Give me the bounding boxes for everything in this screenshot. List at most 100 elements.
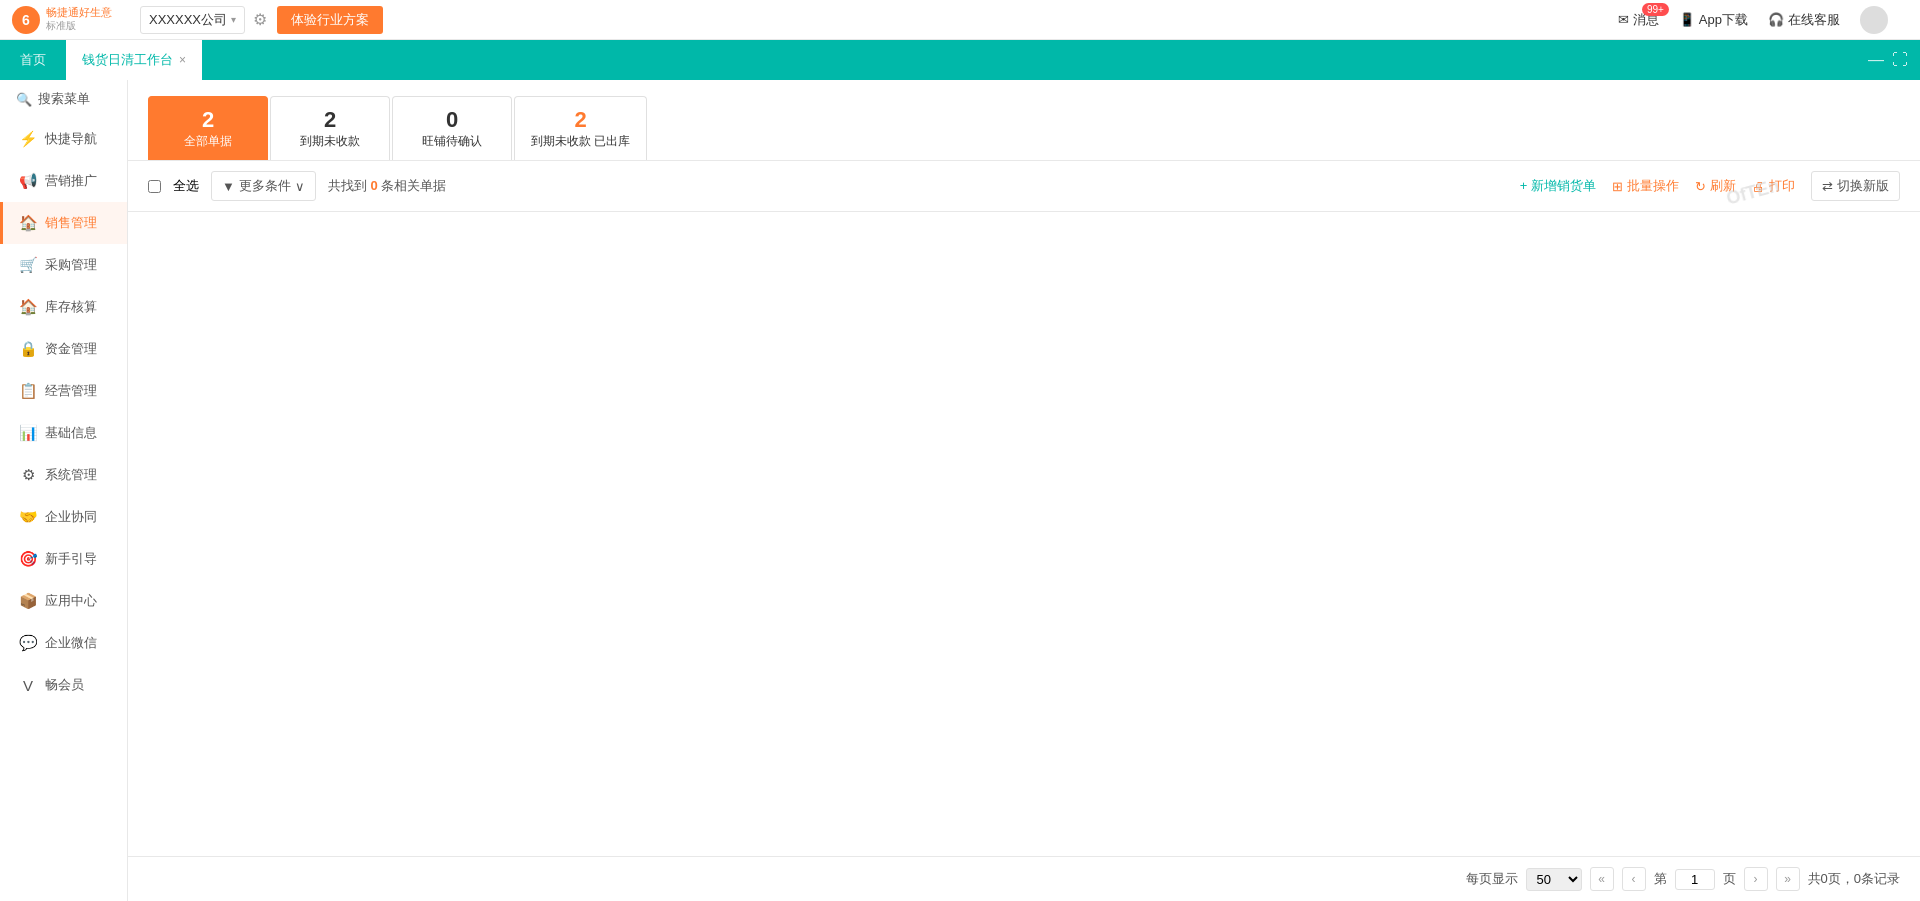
logo-text: 畅捷通好生意 [46, 6, 112, 19]
sidebar-item-marketing[interactable]: 📢 营销推广 [0, 160, 127, 202]
sidebar-item-label: 系统管理 [45, 466, 97, 484]
filter-tabs: 2 全部单据 2 到期未收款 0 旺铺待确认 2 到期未收款 已出库 [128, 80, 1920, 161]
refresh-label: 刷新 [1710, 177, 1736, 195]
sidebar-item-quick-nav[interactable]: ⚡ 快捷导航 [0, 118, 127, 160]
home-icon: 🏠 [19, 214, 37, 232]
close-tab-icon[interactable]: × [179, 53, 186, 67]
filter-icon: ▼ [222, 179, 235, 194]
pagination: 每页显示 50 100 200 « ‹ 第 页 › » 共0页，0条记录 [128, 856, 1920, 901]
sidebar-item-wechat[interactable]: 💬 企业微信 [0, 622, 127, 664]
cart-icon: 🛒 [19, 256, 37, 274]
window-controls: — ⛶ [1868, 51, 1920, 69]
sidebar: 🔍 搜索菜单 ⚡ 快捷导航 📢 营销推广 🏠 销售管理 🛒 采购管理 🏠 库存核… [0, 80, 128, 901]
print-icon: 🖨 [1752, 179, 1765, 194]
filter-tab-overdue[interactable]: 2 到期未收款 [270, 96, 390, 160]
sidebar-item-purchase[interactable]: 🛒 采购管理 [0, 244, 127, 286]
vip-icon: V [19, 676, 37, 694]
first-page-button[interactable]: « [1590, 867, 1614, 891]
handshake-icon: 🤝 [19, 508, 37, 526]
sidebar-item-operations[interactable]: 📋 经营管理 [0, 370, 127, 412]
filter-tab-out[interactable]: 2 到期未收款 已出库 [514, 96, 647, 160]
switch-label: 切换新版 [1837, 177, 1889, 195]
guide-icon: 🎯 [19, 550, 37, 568]
sidebar-item-inventory[interactable]: 🏠 库存核算 [0, 286, 127, 328]
page-size-select[interactable]: 50 100 200 [1526, 868, 1582, 891]
last-page-icon: » [1784, 872, 1791, 886]
tab-cash-daily[interactable]: 钱货日清工作台 × [66, 40, 202, 80]
filter-tab-pending[interactable]: 0 旺铺待确认 [392, 96, 512, 160]
found-prefix: 共找到 [328, 178, 367, 193]
next-page-button[interactable]: › [1744, 867, 1768, 891]
page-size-label: 每页显示 [1466, 870, 1518, 888]
search-menu-label: 搜索菜单 [38, 90, 90, 108]
chevron-down-icon: ▾ [231, 14, 236, 25]
trial-button[interactable]: 体验行业方案 [277, 6, 383, 34]
sidebar-item-label: 企业协同 [45, 508, 97, 526]
logo-sub: 标准版 [46, 19, 112, 33]
online-service-label: 在线客服 [1788, 11, 1840, 29]
select-all-checkbox[interactable] [148, 180, 161, 193]
logo-area: 6 畅捷通好生意 标准版 [12, 6, 140, 34]
wechat-icon: 💬 [19, 634, 37, 652]
add-sale-label: + 新增销货单 [1520, 177, 1596, 195]
sidebar-item-label: 畅会员 [45, 676, 84, 694]
settings-icon[interactable]: ⚙ [253, 10, 267, 29]
page-label: 第 [1654, 870, 1667, 888]
nav-tabs: 首页 钱货日清工作台 × — ⛶ [0, 40, 1920, 80]
refresh-icon: ↻ [1695, 179, 1706, 194]
tab-home-label: 首页 [20, 51, 46, 69]
lock-icon: 🔒 [19, 340, 37, 358]
top-bar: 6 畅捷通好生意 标准版 XXXXXX公司 ▾ ⚙ 体验行业方案 ✉ 消息 99… [0, 0, 1920, 40]
sidebar-item-base-info[interactable]: 📊 基础信息 [0, 412, 127, 454]
page-input[interactable] [1675, 869, 1715, 890]
first-page-icon: « [1598, 872, 1605, 886]
sidebar-item-label: 新手引导 [45, 550, 97, 568]
filter-tab-all[interactable]: 2 全部单据 [148, 96, 268, 160]
prev-page-button[interactable]: ‹ [1622, 867, 1646, 891]
batch-label: 批量操作 [1627, 177, 1679, 195]
logo-icon: 6 [12, 6, 40, 34]
sidebar-item-finance[interactable]: 🔒 资金管理 [0, 328, 127, 370]
toolbar-right: + 新增销货单 ⊞ 批量操作 ↻ 刷新 🖨 打印 ⇄ 切换新版 [1520, 171, 1900, 201]
sidebar-item-label: 采购管理 [45, 256, 97, 274]
refresh-button[interactable]: ↻ 刷新 [1695, 177, 1736, 195]
prev-page-icon: ‹ [1632, 872, 1636, 886]
found-suffix: 条相关单据 [381, 178, 446, 193]
company-selector[interactable]: XXXXXX公司 ▾ [140, 6, 245, 34]
clipboard-icon: 📋 [19, 382, 37, 400]
sidebar-item-label: 营销推广 [45, 172, 97, 190]
search-icon: 🔍 [16, 92, 32, 107]
message-button[interactable]: ✉ 消息 99+ [1618, 11, 1659, 29]
print-button[interactable]: 🖨 打印 [1752, 177, 1795, 195]
last-page-button[interactable]: » [1776, 867, 1800, 891]
content-area: 2 全部单据 2 到期未收款 0 旺铺待确认 2 到期未收款 已出库 全选 ▼ … [128, 80, 1920, 901]
sidebar-item-sales[interactable]: 🏠 销售管理 [0, 202, 127, 244]
message-badge: 99+ [1642, 3, 1669, 16]
lightning-icon: ⚡ [19, 130, 37, 148]
sidebar-item-system[interactable]: ⚙ 系统管理 [0, 454, 127, 496]
batch-icon: ⊞ [1612, 179, 1623, 194]
batch-button[interactable]: ⊞ 批量操作 [1612, 177, 1679, 195]
filter-tab-pending-label: 旺铺待确认 [422, 134, 482, 148]
add-sale-button[interactable]: + 新增销货单 [1520, 177, 1596, 195]
select-all-label: 全选 [173, 177, 199, 195]
sidebar-item-guide[interactable]: 🎯 新手引导 [0, 538, 127, 580]
sidebar-item-app-center[interactable]: 📦 应用中心 [0, 580, 127, 622]
filter-button[interactable]: ▼ 更多条件 ∨ [211, 171, 316, 201]
switch-version-button[interactable]: ⇄ 切换新版 [1811, 171, 1900, 201]
warehouse-icon: 🏠 [19, 298, 37, 316]
minimize-icon[interactable]: — [1868, 51, 1884, 69]
sidebar-item-label: 经营管理 [45, 382, 97, 400]
sidebar-search[interactable]: 🔍 搜索菜单 [0, 80, 127, 118]
online-service-button[interactable]: 🎧 在线客服 [1768, 11, 1840, 29]
filter-tab-out-count: 2 [531, 107, 630, 133]
headset-icon: 🎧 [1768, 12, 1784, 27]
tab-home[interactable]: 首页 [0, 40, 66, 80]
app-download-button[interactable]: 📱 App下载 [1679, 11, 1748, 29]
sidebar-item-enterprise[interactable]: 🤝 企业协同 [0, 496, 127, 538]
toolbar: 全选 ▼ 更多条件 ∨ 共找到 0 条相关单据 + 新增销货单 ⊞ 批量操作 [128, 161, 1920, 212]
maximize-icon[interactable]: ⛶ [1892, 51, 1908, 69]
main-layout: 🔍 搜索菜单 ⚡ 快捷导航 📢 营销推广 🏠 销售管理 🛒 采购管理 🏠 库存核… [0, 80, 1920, 901]
sidebar-item-member[interactable]: V 畅会员 [0, 664, 127, 706]
avatar[interactable] [1860, 6, 1888, 34]
